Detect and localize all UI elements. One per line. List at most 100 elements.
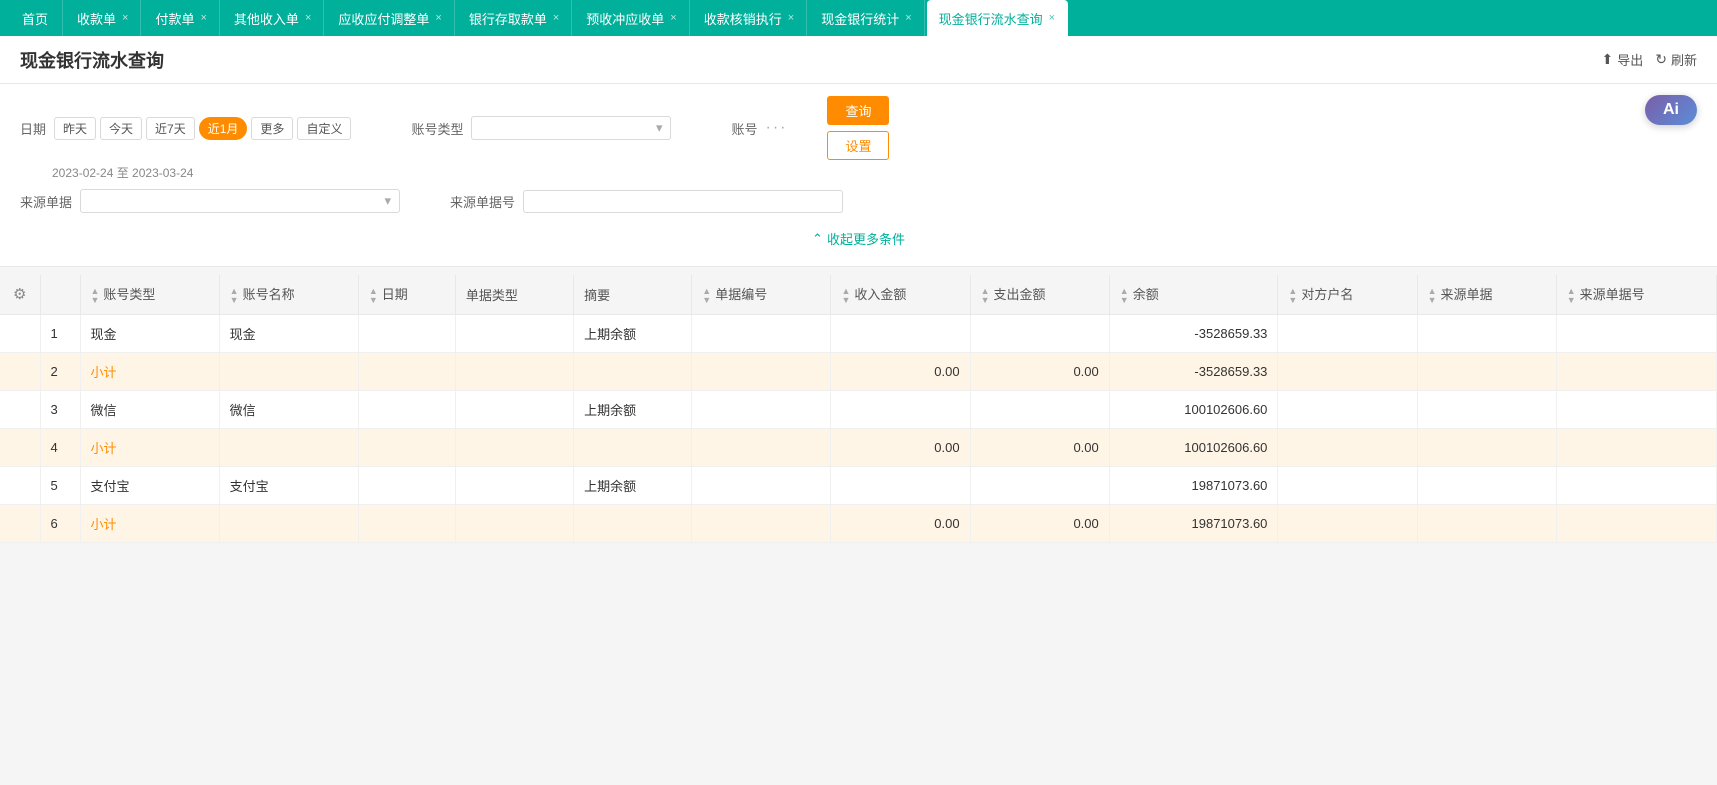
- close-icon-advance[interactable]: ×: [670, 12, 676, 24]
- source-doc-filter-group: 来源单据 ▾: [20, 189, 400, 213]
- close-icon-payment[interactable]: ×: [200, 12, 206, 24]
- cell-expense: 0.00: [970, 352, 1109, 390]
- table-body: 1现金现金上期余额-3528659.332小计0.000.00-3528659.…: [0, 314, 1717, 542]
- cell-date: [358, 352, 455, 390]
- cell-date: [358, 314, 455, 352]
- cell-accountType: 小计: [80, 504, 219, 542]
- account-label: 账号: [731, 119, 757, 138]
- account-dots[interactable]: ···: [765, 119, 787, 137]
- table-container: ⚙ ▲▼账号类型▲▼账号名称▲▼日期单据类型摘要▲▼单据编号▲▼收入金额▲▼支出金…: [0, 275, 1717, 543]
- nav-tab-stats[interactable]: 现金银行统计×: [809, 0, 924, 36]
- cell-docNo: [692, 428, 831, 466]
- date-btn-更多[interactable]: 更多: [251, 117, 293, 140]
- col-header-docType: 单据类型: [455, 275, 573, 314]
- date-btn-今天[interactable]: 今天: [100, 117, 142, 140]
- close-icon-verify[interactable]: ×: [788, 12, 794, 24]
- nav-tab-payment[interactable]: 付款单×: [143, 0, 219, 36]
- source-doc-no-input[interactable]: [523, 190, 843, 213]
- nav-tab-receipt[interactable]: 收款单×: [65, 0, 141, 36]
- cell-summary: [574, 428, 692, 466]
- collapse-bar[interactable]: ⌃ 收起更多条件: [20, 223, 1697, 254]
- nav-tab-advance[interactable]: 预收冲应收单×: [574, 0, 689, 36]
- export-icon: ⬆: [1602, 51, 1614, 68]
- date-range-display: 2023-02-24 至 2023-03-24: [52, 166, 193, 180]
- col-header-expense[interactable]: ▲▼支出金额: [970, 275, 1109, 314]
- col-header-accountName[interactable]: ▲▼账号名称: [219, 275, 358, 314]
- source-doc-select[interactable]: ▾: [80, 189, 400, 213]
- ai-button[interactable]: Ai: [1645, 95, 1697, 125]
- col-header-sourceDoc[interactable]: ▲▼来源单据: [1417, 275, 1556, 314]
- close-icon-adjust[interactable]: ×: [435, 12, 441, 24]
- cell-idx: 4: [40, 428, 80, 466]
- nav-tab-flow[interactable]: 现金银行流水查询×: [927, 0, 1068, 36]
- sort-arrows-date: ▲▼: [369, 287, 378, 305]
- cell-sourceDocNo: [1556, 390, 1716, 428]
- close-icon-other-income[interactable]: ×: [305, 12, 311, 24]
- cell-counterparty: [1278, 390, 1417, 428]
- sort-arrows-docNo: ▲▼: [702, 287, 711, 305]
- cell-date: [358, 390, 455, 428]
- refresh-button[interactable]: ↻ 刷新: [1655, 50, 1697, 69]
- close-icon-receipt[interactable]: ×: [122, 12, 128, 24]
- table-row: 1现金现金上期余额-3528659.33: [0, 314, 1717, 352]
- export-button[interactable]: ⬆ 导出: [1602, 50, 1644, 69]
- col-header-balance[interactable]: ▲▼余额: [1109, 275, 1278, 314]
- cell-sourceDocNo: [1556, 466, 1716, 504]
- cell-sourceDocNo: [1556, 352, 1716, 390]
- col-header-date[interactable]: ▲▼日期: [358, 275, 455, 314]
- cell-accountType: 小计: [80, 428, 219, 466]
- nav-tab-home[interactable]: 首页: [8, 0, 63, 36]
- table-header: ⚙ ▲▼账号类型▲▼账号名称▲▼日期单据类型摘要▲▼单据编号▲▼收入金额▲▼支出金…: [0, 275, 1717, 314]
- col-header-sourceDocNo[interactable]: ▲▼来源单据号: [1556, 275, 1716, 314]
- setting-button[interactable]: 设置: [827, 131, 889, 160]
- close-icon-flow[interactable]: ×: [1049, 12, 1055, 24]
- cell-sourceDoc: [1417, 466, 1556, 504]
- date-btn-近1月[interactable]: 近1月: [199, 117, 248, 140]
- cell-accountType: 现金: [80, 314, 219, 352]
- col-header-counterparty[interactable]: ▲▼对方户名: [1278, 275, 1417, 314]
- cell-summary: [574, 504, 692, 542]
- date-btn-近7天[interactable]: 近7天: [146, 117, 195, 140]
- cell-docType: [455, 504, 573, 542]
- chevron-down-icon: ▾: [656, 120, 663, 136]
- cell-summary: 上期余额: [574, 466, 692, 504]
- cell-sourceDoc: [1417, 352, 1556, 390]
- query-button[interactable]: 查询: [827, 96, 889, 125]
- sort-arrows-sourceDoc: ▲▼: [1428, 287, 1437, 305]
- account-type-select[interactable]: ▾: [471, 116, 671, 140]
- cell-date: [358, 466, 455, 504]
- cell-income: 0.00: [831, 428, 970, 466]
- col-header-summary: 摘要: [574, 275, 692, 314]
- cell-accountType: 微信: [80, 390, 219, 428]
- cell-settings: [0, 352, 40, 390]
- refresh-icon: ↻: [1655, 51, 1667, 68]
- cell-docType: [455, 466, 573, 504]
- date-buttons: 昨天今天近7天近1月更多自定义: [54, 117, 351, 140]
- col-header-docNo[interactable]: ▲▼单据编号: [692, 275, 831, 314]
- nav-tab-other-income[interactable]: 其他收入单×: [222, 0, 324, 36]
- settings-icon[interactable]: ⚙: [13, 286, 26, 303]
- account-type-filter-group: 账号类型 ▾: [411, 116, 671, 140]
- col-header-accountType[interactable]: ▲▼账号类型: [80, 275, 219, 314]
- cell-sourceDoc: [1417, 428, 1556, 466]
- cell-summary: [574, 352, 692, 390]
- close-icon-stats[interactable]: ×: [905, 12, 911, 24]
- cell-sourceDoc: [1417, 504, 1556, 542]
- nav-tab-verify[interactable]: 收款核销执行×: [692, 0, 807, 36]
- cell-idx: 2: [40, 352, 80, 390]
- account-filter-group: 账号 ···: [731, 119, 787, 138]
- cell-settings: [0, 466, 40, 504]
- date-btn-昨天[interactable]: 昨天: [54, 117, 96, 140]
- cell-expense: 0.00: [970, 504, 1109, 542]
- account-type-label: 账号类型: [411, 119, 463, 138]
- cell-accountName: [219, 504, 358, 542]
- action-buttons: 查询 设置: [827, 96, 889, 160]
- close-icon-bank-deposit[interactable]: ×: [553, 12, 559, 24]
- date-btn-自定义[interactable]: 自定义: [297, 117, 351, 140]
- cell-settings: [0, 390, 40, 428]
- cell-settings: [0, 428, 40, 466]
- col-header-income[interactable]: ▲▼收入金额: [831, 275, 970, 314]
- nav-tab-adjust[interactable]: 应收应付调整单×: [326, 0, 454, 36]
- cell-settings: [0, 504, 40, 542]
- nav-tab-bank-deposit[interactable]: 银行存取款单×: [457, 0, 572, 36]
